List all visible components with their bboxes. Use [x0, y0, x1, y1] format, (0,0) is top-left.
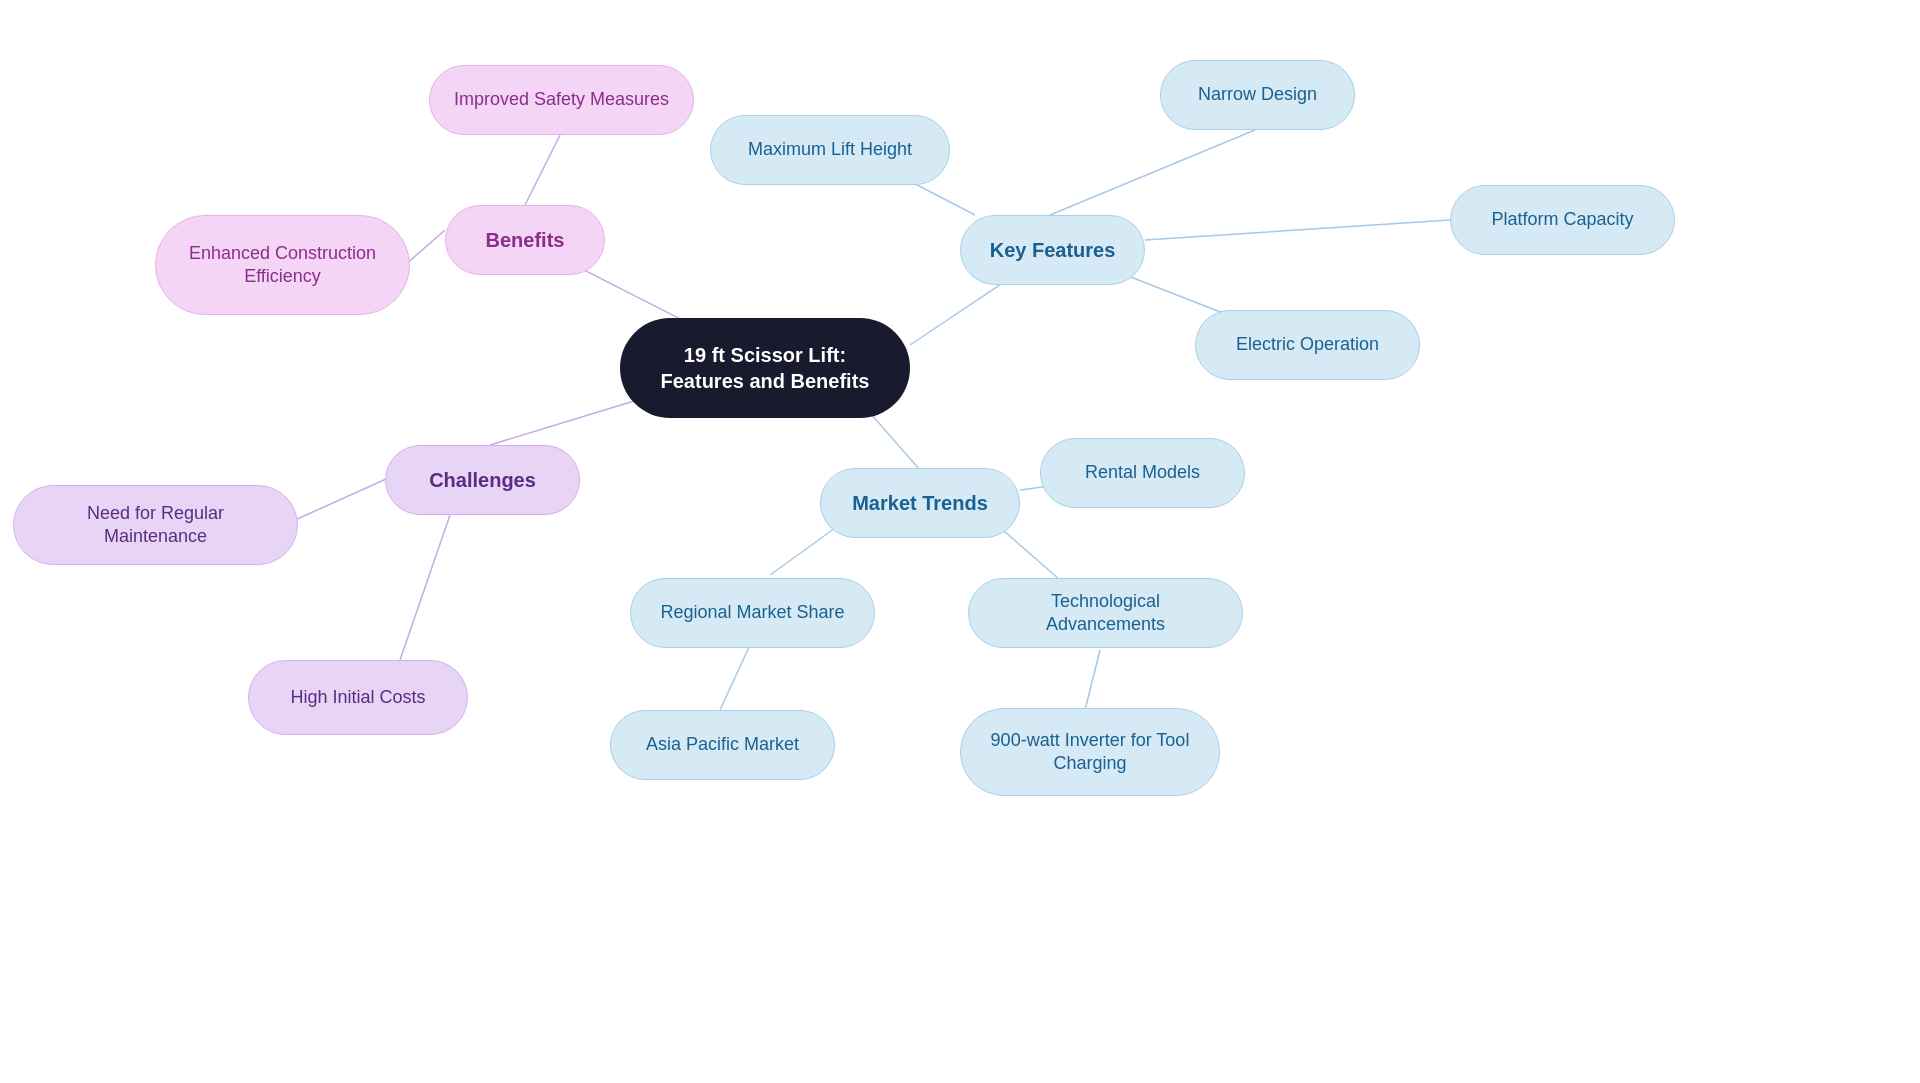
- market-trends-node[interactable]: Market Trends: [820, 468, 1020, 538]
- svg-line-10: [1145, 220, 1450, 240]
- platform-capacity-node[interactable]: Platform Capacity: [1450, 185, 1675, 255]
- electric-operation-node[interactable]: Electric Operation: [1195, 310, 1420, 380]
- svg-line-5: [405, 230, 445, 265]
- svg-line-9: [1050, 130, 1255, 215]
- improved-safety-node[interactable]: Improved Safety Measures: [429, 65, 694, 135]
- enhanced-construction-node[interactable]: Enhanced Construction Efficiency: [155, 215, 410, 315]
- high-initial-costs-node[interactable]: High Initial Costs: [248, 660, 468, 735]
- maximum-lift-node[interactable]: Maximum Lift Height: [710, 115, 950, 185]
- svg-line-16: [1085, 650, 1100, 710]
- asia-pacific-node[interactable]: Asia Pacific Market: [610, 710, 835, 780]
- challenges-node[interactable]: Challenges: [385, 445, 580, 515]
- regional-market-node[interactable]: Regional Market Share: [630, 578, 875, 648]
- narrow-design-node[interactable]: Narrow Design: [1160, 60, 1355, 130]
- inverter-node[interactable]: 900-watt Inverter for Tool Charging: [960, 708, 1220, 796]
- tech-advancements-node[interactable]: Technological Advancements: [968, 578, 1243, 648]
- svg-line-6: [295, 475, 395, 520]
- regular-maintenance-node[interactable]: Need for Regular Maintenance: [13, 485, 298, 565]
- key-features-node[interactable]: Key Features: [960, 215, 1145, 285]
- svg-line-4: [525, 135, 560, 205]
- rental-models-node[interactable]: Rental Models: [1040, 438, 1245, 508]
- benefits-node[interactable]: Benefits: [445, 205, 605, 275]
- svg-line-7: [400, 515, 450, 660]
- svg-line-15: [720, 645, 750, 710]
- center-node[interactable]: 19 ft Scissor Lift: Features and Benefit…: [620, 318, 910, 418]
